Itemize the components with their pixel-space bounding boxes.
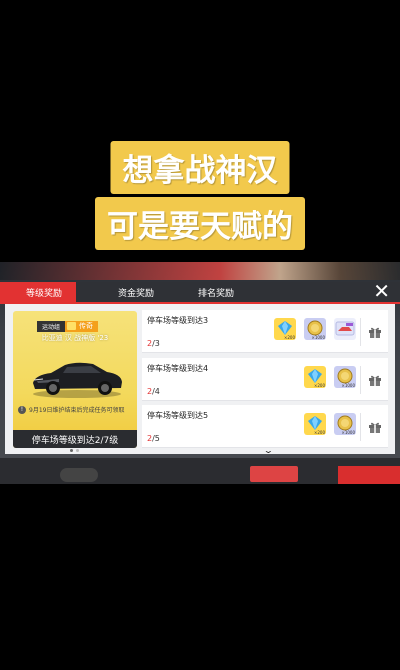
background-tag [250,466,298,482]
legend-icon [67,322,77,330]
page-dot-active [70,449,73,452]
background-button [60,468,98,482]
coin-icon[interactable]: ×1000 [304,318,326,340]
diamond-icon[interactable]: ×200 [274,318,296,340]
reward-count: ×1000 [341,430,355,435]
rarity-label: 传奇 [79,322,94,330]
featured-car-card[interactable]: 运动组 传奇 比亚迪 汉 战神版 '23 ! 9月19日维护结束后完成任务可领取… [13,311,137,448]
caption-line-1: 想拿战神汉 [110,141,290,194]
reward-row: 停车场等级到达5 2/5 ×200 ×1000 [142,405,388,448]
reward-row-title: 停车场等级到达5 [147,411,209,420]
chevron-down-icon[interactable]: ⌄ [263,446,274,455]
reward-count: ×200 [314,383,325,388]
reward-row-progress: 2/5 [147,434,160,443]
reward-count: ×1000 [311,335,325,340]
car-name: 比亚迪 汉 战神版 '23 [41,334,109,342]
tab-level-rewards[interactable]: 等级奖励 [0,282,77,302]
reward-row: 停车场等级到达3 2/3 ×200 ×1000 [142,310,388,353]
reward-row: 停车场等级到达4 2/4 ×200 ×1000 [142,358,388,401]
gift-icon[interactable] [360,318,388,346]
diamond-icon[interactable]: ×200 [304,413,326,435]
reward-row-progress: 2/3 [147,339,160,348]
tab-rank-rewards[interactable]: 排名奖励 [186,282,246,302]
gift-icon[interactable] [360,413,388,441]
reward-count: ×1000 [341,383,355,388]
reward-count: ×200 [314,430,325,435]
car-image [33,362,122,398]
coin-icon[interactable]: ×1000 [334,366,356,388]
caption-line-2: 可是要天赋的 [95,197,305,250]
tab-bar: 等级奖励 资金奖励 排名奖励 [0,282,400,302]
game-screen: 等级奖励 资金奖励 排名奖励 ✕ 运动组 传奇 比亚迪 汉 战神版 '23 ! … [0,262,400,484]
car-badges: 运动组 传奇 [37,321,99,332]
rewards-panel: 运动组 传奇 比亚迪 汉 战神版 '23 ! 9月19日维护结束后完成任务可领取… [5,304,395,455]
tab-fund-rewards[interactable]: 资金奖励 [106,282,166,302]
close-icon[interactable]: ✕ [373,280,390,302]
progress-total: /3 [152,339,160,348]
unlock-note: ! 9月19日维护结束后完成任务可领取 [18,405,124,414]
gift-icon[interactable] [360,366,388,394]
background-red-button [338,466,400,484]
rarity-badge: 传奇 [65,321,99,332]
progress-total: /5 [152,434,160,443]
unlock-note-text: 9月19日维护结束后完成任务可领取 [29,407,125,414]
reward-count: ×200 [284,335,295,340]
reward-row-title: 停车场等级到达4 [147,364,209,373]
reward-row-progress: 2/4 [147,387,160,396]
info-icon: ! [18,405,26,414]
car-class-badge: 运动组 [37,321,66,332]
diamond-icon[interactable]: ×200 [304,366,326,388]
coin-icon[interactable]: ×1000 [334,413,356,435]
background-scene [0,262,400,280]
page-dot [76,449,79,452]
card-progress-footer: 停车场等级到达2/7级 [13,430,137,448]
page-dots [70,449,79,452]
progress-total: /4 [152,387,160,396]
reward-row-title: 停车场等级到达3 [147,316,209,325]
car-card-icon[interactable] [334,318,356,340]
